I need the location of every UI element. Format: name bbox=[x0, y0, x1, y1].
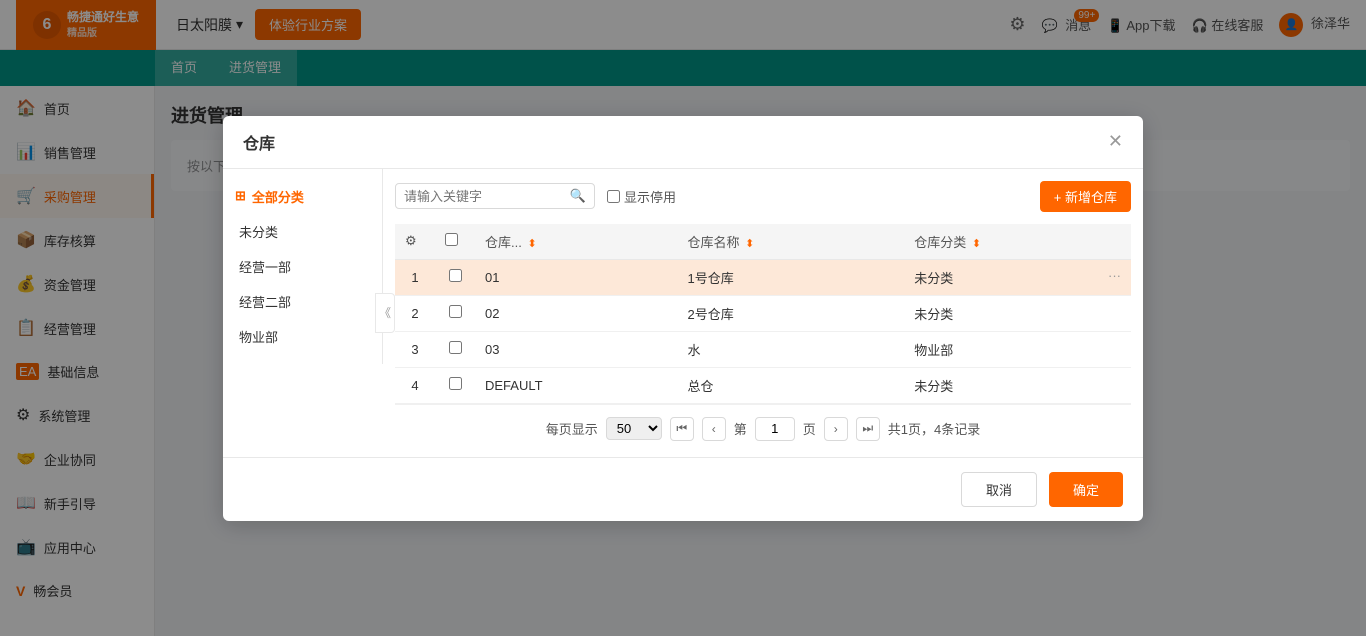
row-code: 02 bbox=[475, 295, 677, 331]
page-end-label: 页 bbox=[803, 419, 816, 438]
col-header-name[interactable]: 仓库名称 ⬍ bbox=[677, 224, 904, 260]
modal-overlay: 仓库 ✕ ⊞ 全部分类 未分类 经营一部 经营二部 物业部 《 bbox=[0, 0, 1366, 636]
show-disabled-text: 显示停用 bbox=[624, 187, 676, 206]
row-checkbox-cell[interactable] bbox=[435, 367, 475, 403]
row-category: 未分类 bbox=[904, 295, 1131, 331]
category-panel: ⊞ 全部分类 未分类 经营一部 经营二部 物业部 bbox=[223, 169, 383, 364]
category-item-ops2[interactable]: 经营二部 bbox=[223, 284, 382, 319]
row-more-button[interactable]: ··· bbox=[1108, 268, 1121, 283]
sort-icon-name: ⬍ bbox=[745, 238, 754, 250]
total-label: 共1页，4条记录 bbox=[888, 419, 980, 438]
col-header-code[interactable]: 仓库... ⬍ bbox=[475, 224, 677, 260]
row-checkbox-cell[interactable] bbox=[435, 295, 475, 331]
modal-title: 仓库 bbox=[243, 130, 275, 154]
sort-icon-category: ⬍ bbox=[972, 238, 981, 250]
search-icon[interactable]: 🔍 bbox=[570, 188, 586, 204]
category-all-label: 全部分类 bbox=[252, 187, 304, 206]
col-header-category-text: 仓库分类 bbox=[914, 235, 966, 250]
row-name: 2号仓库 bbox=[677, 295, 904, 331]
row-name: 总仓 bbox=[677, 367, 904, 403]
row-num: 3 bbox=[395, 331, 435, 367]
row-checkbox[interactable] bbox=[449, 305, 462, 318]
confirm-button[interactable]: 确定 bbox=[1049, 472, 1123, 507]
modal-body: ⊞ 全部分类 未分类 经营一部 经营二部 物业部 《 🔍 bbox=[223, 169, 1143, 457]
page-label: 第 bbox=[734, 419, 747, 438]
row-category: 未分类··· bbox=[904, 259, 1131, 295]
table-row[interactable]: 4 DEFAULT 总仓 未分类 bbox=[395, 367, 1131, 403]
row-checkbox-cell[interactable] bbox=[435, 331, 475, 367]
row-checkbox[interactable] bbox=[449, 377, 462, 390]
col-header-name-text: 仓库名称 bbox=[687, 235, 739, 250]
table-toolbar: 🔍 显示停用 + 新增仓库 bbox=[395, 181, 1131, 212]
row-checkbox[interactable] bbox=[449, 269, 462, 282]
row-code: 01 bbox=[475, 259, 677, 295]
search-input[interactable] bbox=[404, 189, 570, 204]
table-row[interactable]: 3 03 水 物业部 bbox=[395, 331, 1131, 367]
next-page-button[interactable]: › bbox=[824, 417, 848, 441]
modal-footer: 取消 确定 bbox=[223, 457, 1143, 521]
modal-close-button[interactable]: ✕ bbox=[1108, 131, 1123, 152]
search-box: 🔍 bbox=[395, 183, 595, 209]
row-name: 水 bbox=[677, 331, 904, 367]
col-header-settings[interactable]: ⚙ bbox=[395, 224, 435, 260]
warehouse-modal: 仓库 ✕ ⊞ 全部分类 未分类 经营一部 经营二部 物业部 《 bbox=[223, 116, 1143, 521]
col-header-checkbox[interactable] bbox=[435, 224, 475, 260]
page-size-select[interactable]: 50 100 bbox=[606, 417, 662, 440]
category-item-ops1[interactable]: 经营一部 bbox=[223, 249, 382, 284]
show-disabled-label[interactable]: 显示停用 bbox=[607, 187, 676, 206]
row-checkbox[interactable] bbox=[449, 341, 462, 354]
col-header-category[interactable]: 仓库分类 ⬍ bbox=[904, 224, 1131, 260]
category-item-property[interactable]: 物业部 bbox=[223, 319, 382, 354]
pagination: 每页显示 50 100 ⏮ ‹ 第 页 › ⏭ 共1页，4条记录 bbox=[395, 404, 1131, 445]
row-num: 2 bbox=[395, 295, 435, 331]
row-code: 03 bbox=[475, 331, 677, 367]
table-row[interactable]: 2 02 2号仓库 未分类 bbox=[395, 295, 1131, 331]
table-row[interactable]: 1 01 1号仓库 未分类··· bbox=[395, 259, 1131, 295]
category-item-unclassified[interactable]: 未分类 bbox=[223, 214, 382, 249]
category-collapse-button[interactable]: 《 bbox=[375, 293, 395, 333]
category-all[interactable]: ⊞ 全部分类 bbox=[223, 179, 382, 214]
grid-icon: ⊞ bbox=[235, 188, 246, 204]
last-page-button[interactable]: ⏭ bbox=[856, 417, 880, 441]
row-num: 1 bbox=[395, 259, 435, 295]
warehouse-table: ⚙ 仓库... ⬍ 仓库名称 ⬍ bbox=[395, 224, 1131, 404]
row-name: 1号仓库 bbox=[677, 259, 904, 295]
select-all-checkbox[interactable] bbox=[445, 233, 458, 246]
row-category: 未分类 bbox=[904, 367, 1131, 403]
page-number-input[interactable] bbox=[755, 417, 795, 441]
prev-page-button[interactable]: ‹ bbox=[702, 417, 726, 441]
add-warehouse-button[interactable]: + 新增仓库 bbox=[1040, 181, 1131, 212]
row-category: 物业部 bbox=[904, 331, 1131, 367]
row-code: DEFAULT bbox=[475, 367, 677, 403]
cancel-button[interactable]: 取消 bbox=[961, 472, 1037, 507]
table-panel: 🔍 显示停用 + 新增仓库 ⚙ bbox=[383, 169, 1143, 457]
row-num: 4 bbox=[395, 367, 435, 403]
row-checkbox-cell[interactable] bbox=[435, 259, 475, 295]
page-size-label: 每页显示 bbox=[546, 419, 598, 438]
sort-icon-code: ⬍ bbox=[527, 238, 536, 250]
first-page-button[interactable]: ⏮ bbox=[670, 417, 694, 441]
category-wrap: ⊞ 全部分类 未分类 经营一部 经营二部 物业部 《 bbox=[223, 169, 383, 457]
col-header-code-text: 仓库... bbox=[485, 235, 522, 250]
show-disabled-checkbox[interactable] bbox=[607, 190, 620, 203]
modal-header: 仓库 ✕ bbox=[223, 116, 1143, 169]
